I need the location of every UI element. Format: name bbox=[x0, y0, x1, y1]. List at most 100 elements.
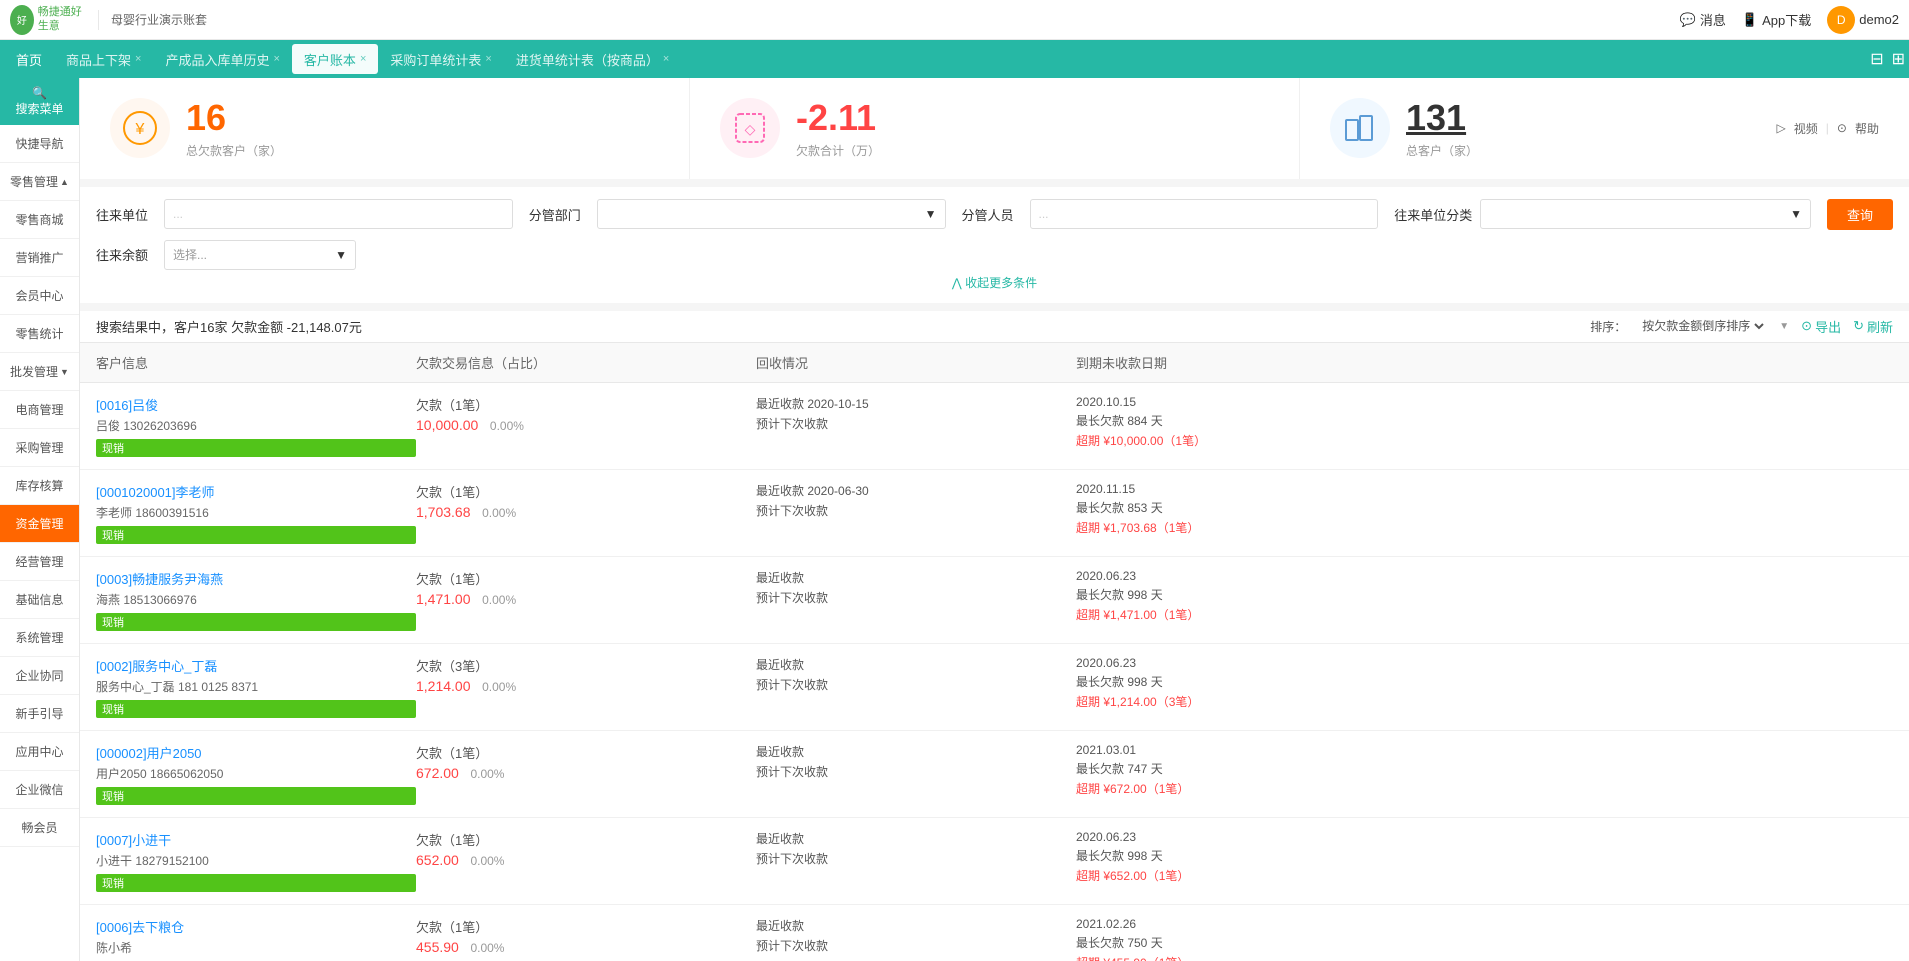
customer-info-3: [0002]服务中心_丁磊 服务中心_丁磊 181 0125 8371 现销 bbox=[96, 656, 416, 718]
sidebar-item-ecommerce[interactable]: 电商管理 bbox=[0, 391, 79, 429]
customer-info-2: [0003]畅捷服务尹海燕 海燕 18513066976 现销 bbox=[96, 569, 416, 631]
sort-select[interactable]: 按欠款金额倒序排序 bbox=[1638, 318, 1767, 334]
overdue-info-3: 2020.06.23 最长欠款 998 天 超期 ¥1,214.00（3笔） bbox=[1076, 656, 1893, 710]
overdue-link-3[interactable]: 超期 ¥1,214.00（3笔） bbox=[1076, 693, 1893, 710]
sidebar-item-collaboration[interactable]: 企业协同 bbox=[0, 657, 79, 695]
filter-label-dept: 分管部门 bbox=[529, 205, 589, 224]
sidebar-item-enterprise-wechat[interactable]: 企业微信 bbox=[0, 771, 79, 809]
sidebar-item-inventory[interactable]: 库存核算 bbox=[0, 467, 79, 505]
overdue-days-1: 最长欠款 853 天 bbox=[1076, 499, 1893, 516]
debt-total-value: -2.11 bbox=[796, 98, 880, 138]
export-button[interactable]: ⊙ 导出 bbox=[1801, 317, 1841, 336]
tab-home[interactable]: 首页 bbox=[4, 44, 54, 74]
tab-inbound-stats[interactable]: 进货单统计表（按商品） × bbox=[504, 44, 681, 74]
sidebar-item-finance[interactable]: 资金管理 bbox=[0, 505, 79, 543]
debt-amount-1: 1,703.68 bbox=[416, 504, 471, 520]
sidebar-item-retail-mall[interactable]: 零售商城 bbox=[0, 201, 79, 239]
overdue-link-2[interactable]: 超期 ¥1,471.00（1笔） bbox=[1076, 606, 1893, 623]
total-customers-label: 总客户（家） bbox=[1406, 142, 1478, 159]
filter-select-balance[interactable]: 选择... ▼ bbox=[164, 240, 356, 270]
filter-label-person: 分管人员 bbox=[962, 205, 1022, 224]
tab-customer-account[interactable]: 客户账本 × bbox=[292, 44, 378, 74]
customer-info-1: [0001020001]李老师 李老师 18600391516 现销 bbox=[96, 482, 416, 544]
overdue-link-1[interactable]: 超期 ¥1,703.68（1笔） bbox=[1076, 519, 1893, 536]
close-icon[interactable]: × bbox=[663, 53, 669, 65]
restore-icon[interactable]: ⊟ bbox=[1870, 49, 1883, 69]
total-customers-icon bbox=[1330, 98, 1390, 158]
overdue-days-5: 最长欠款 998 天 bbox=[1076, 847, 1893, 864]
debt-percent-4: 0.00% bbox=[470, 767, 504, 781]
refresh-button[interactable]: ↻ 刷新 bbox=[1853, 317, 1893, 336]
filter-select-category[interactable]: ▼ bbox=[1480, 199, 1811, 229]
filter-select-dept[interactable]: ▼ bbox=[597, 199, 946, 229]
customer-name-link[interactable]: [0003]畅捷服务尹海燕 bbox=[96, 569, 416, 588]
logo-icon: 好 bbox=[10, 5, 34, 35]
sidebar-item-app-center[interactable]: 应用中心 bbox=[0, 733, 79, 771]
overdue-link-5[interactable]: 超期 ¥652.00（1笔） bbox=[1076, 867, 1893, 884]
company-selector[interactable]: 母婴行业演示账套 bbox=[107, 11, 267, 28]
col-debt-info: 欠款交易信息（占比） bbox=[416, 353, 756, 372]
customer-sub-3: 服务中心_丁磊 181 0125 8371 bbox=[96, 678, 416, 695]
tab-products-off[interactable]: 商品上下架 × bbox=[54, 44, 153, 74]
sidebar-item-label: 系统管理 bbox=[4, 629, 75, 646]
help-label[interactable]: 帮助 bbox=[1855, 120, 1879, 137]
sidebar-item-retail-mgmt[interactable]: 零售管理 ▲ bbox=[0, 163, 79, 201]
filter-input-person[interactable]: ... bbox=[1030, 199, 1379, 229]
help-icon: ⊙ bbox=[1837, 121, 1847, 135]
recovery-info-1: 最近收款 2020-06-30 预计下次收款 bbox=[756, 482, 1076, 519]
debt-amount-2: 1,471.00 bbox=[416, 591, 471, 607]
overdue-days-6: 最长欠款 750 天 bbox=[1076, 934, 1893, 951]
sidebar-item-marketing[interactable]: 营销推广 bbox=[0, 239, 79, 277]
sidebar-item-wholesale[interactable]: 批发管理 ▼ bbox=[0, 353, 79, 391]
due-date-6: 2021.02.26 bbox=[1076, 917, 1893, 931]
avatar: D bbox=[1827, 6, 1855, 34]
sidebar-item-member[interactable]: 畅会员 bbox=[0, 809, 79, 847]
customer-name-link[interactable]: [000002]用户2050 bbox=[96, 743, 416, 762]
debt-percent-1: 0.00% bbox=[482, 506, 516, 520]
sidebar-item-label: 批发管理 bbox=[10, 363, 58, 380]
overdue-info-5: 2020.06.23 最长欠款 998 天 超期 ¥652.00（1笔） bbox=[1076, 830, 1893, 884]
close-icon[interactable]: × bbox=[273, 53, 279, 65]
close-icon[interactable]: × bbox=[135, 53, 141, 65]
debt-amount-0: 10,000.00 bbox=[416, 417, 478, 433]
customer-name-link[interactable]: [0007]小进干 bbox=[96, 830, 416, 849]
video-label[interactable]: 视频 bbox=[1794, 120, 1818, 137]
filter-label-category: 往来单位分类 bbox=[1394, 205, 1472, 224]
message-btn[interactable]: 💬 消息 bbox=[1680, 10, 1726, 29]
overdue-link-6[interactable]: 超期 ¥455.90（1笔） bbox=[1076, 954, 1893, 961]
sidebar-item-search[interactable]: 🔍 搜索菜单 bbox=[0, 78, 79, 125]
collapse-filter-btn[interactable]: ⋀ 收起更多条件 bbox=[96, 270, 1893, 295]
username: demo2 bbox=[1859, 12, 1899, 27]
phone-icon: 📱 bbox=[1742, 12, 1758, 28]
query-button[interactable]: 查询 bbox=[1827, 199, 1893, 230]
sidebar-item-basic-info[interactable]: 基础信息 bbox=[0, 581, 79, 619]
next-collect-4: 预计下次收款 bbox=[756, 763, 1076, 780]
app-download-btn[interactable]: 📱 App下载 bbox=[1742, 10, 1811, 29]
maximize-icon[interactable]: ⊞ bbox=[1892, 49, 1905, 69]
filter-input-supplier[interactable]: ... bbox=[164, 199, 513, 229]
customer-name-link[interactable]: [0016]吕俊 bbox=[96, 395, 416, 414]
sidebar-item-system[interactable]: 系统管理 bbox=[0, 619, 79, 657]
overdue-link-0[interactable]: 超期 ¥10,000.00（1笔） bbox=[1076, 432, 1893, 449]
tab-produce-history[interactable]: 产成品入库单历史 × bbox=[153, 44, 291, 74]
result-info-bar: 搜索结果中，客户16家 欠款金额 -21,148.07元 排序： 按欠款金额倒序… bbox=[80, 311, 1909, 343]
customer-name-link[interactable]: [0001020001]李老师 bbox=[96, 482, 416, 501]
debt-amount-3: 1,214.00 bbox=[416, 678, 471, 694]
customer-info-4: [000002]用户2050 用户2050 18665062050 现销 bbox=[96, 743, 416, 805]
sidebar-item-purchase[interactable]: 采购管理 bbox=[0, 429, 79, 467]
filter-row-2: 往来余额 选择... ▼ bbox=[96, 240, 1893, 270]
tab-purchase-order[interactable]: 采购订单统计表 × bbox=[378, 44, 503, 74]
customer-name-link[interactable]: [0006]去下粮仓 bbox=[96, 917, 416, 936]
user-menu[interactable]: D demo2 bbox=[1827, 6, 1899, 34]
customer-name-link[interactable]: [0002]服务中心_丁磊 bbox=[96, 656, 416, 675]
sidebar-item-member-center[interactable]: 会员中心 bbox=[0, 277, 79, 315]
close-icon[interactable]: × bbox=[485, 53, 491, 65]
table-header: 客户信息 欠款交易信息（占比） 回收情况 到期未收款日期 bbox=[80, 343, 1909, 383]
close-icon[interactable]: × bbox=[360, 53, 366, 65]
sidebar-item-operation[interactable]: 经营管理 bbox=[0, 543, 79, 581]
sidebar-item-newbie[interactable]: 新手引导 bbox=[0, 695, 79, 733]
sidebar-item-retail-stats[interactable]: 零售统计 bbox=[0, 315, 79, 353]
debt-info-6: 欠款（1笔） 455.90 0.00% bbox=[416, 917, 756, 955]
sidebar-item-quick-nav[interactable]: 快捷导航 bbox=[0, 125, 79, 163]
overdue-link-4[interactable]: 超期 ¥672.00（1笔） bbox=[1076, 780, 1893, 797]
